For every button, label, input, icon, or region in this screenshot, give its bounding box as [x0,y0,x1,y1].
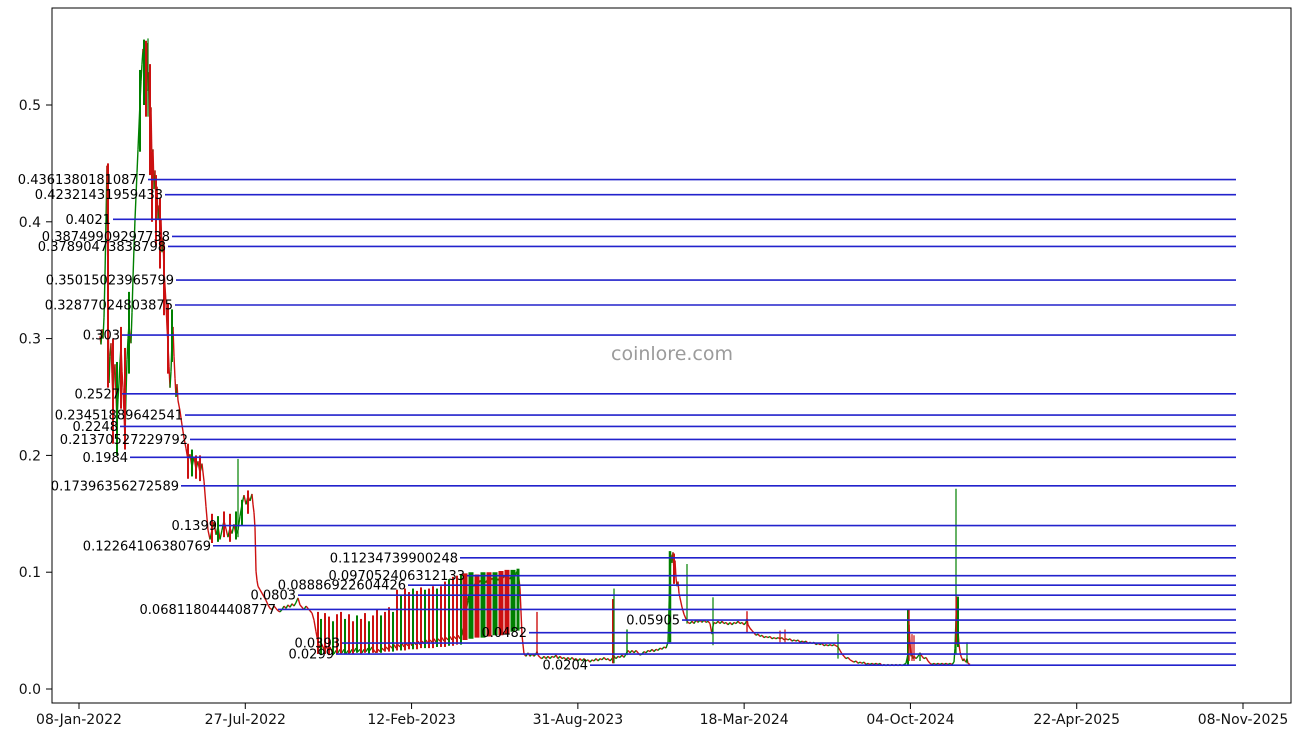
price-segment [110,343,113,374]
x-tick-label: 22-Apr-2025 [1033,712,1120,728]
level-label: 0.2527 [75,387,121,402]
level-label: 0.42321431959433 [35,188,163,203]
price-segment [176,384,179,401]
level-label: 0.0482 [482,626,528,641]
level-label: 0.12264106380769 [83,539,211,554]
level-label: 0.17396356272589 [51,479,179,494]
price-segment [251,493,254,505]
price-segment [169,371,172,388]
level-label: 0.32877024803875 [45,298,173,313]
price-segment [172,326,175,357]
watermark: coinlore.com [611,343,733,365]
price-segment [963,658,966,662]
x-tick-label: 31-Aug-2023 [533,712,624,728]
price-segment [118,361,121,384]
x-tick-label: 18-Mar-2024 [700,712,789,728]
x-tick-label: 12-Feb-2023 [367,712,455,728]
price-segment [125,359,128,395]
price-segment [136,149,139,173]
level-label: 0.1984 [83,451,129,466]
level-label: 0.21370527229792 [60,433,188,448]
level-label: 0.37890473838798 [38,240,166,255]
x-tick-label: 04-Oct-2024 [866,712,954,728]
price-segment [960,656,963,659]
level-label: 0.35015023965799 [46,274,174,289]
price-segment [254,527,257,572]
level-label: 0.0803 [251,589,297,604]
level-label: 0.4021 [66,213,112,228]
x-tick-label: 08-Jan-2022 [36,712,122,728]
price-segment [126,338,129,360]
y-tick-label: 0.4 [19,215,41,231]
y-tick-label: 0.3 [19,332,41,348]
price-segment [130,312,133,344]
level-label: 0.08886922604426 [278,579,406,594]
level-label: 0.068118044408777 [140,603,276,618]
y-tick-label: 0.2 [19,448,41,464]
level-label: 0.05905 [626,614,680,629]
price-segment [252,504,255,513]
y-tick-label: 0.1 [19,565,41,581]
y-tick-label: 0.0 [19,682,41,698]
level-label: 0.43613801810877 [18,173,146,188]
price-segment [677,581,680,594]
price-segment [953,648,956,663]
y-tick-label: 0.5 [19,98,41,114]
price-segment [255,570,258,581]
level-label: 0.0299 [289,648,335,663]
price-segment [140,64,143,82]
price-segment [108,356,111,384]
x-tick-label: 08-Nov-2025 [1198,712,1289,728]
x-tick-label: 27-Jul-2022 [205,712,286,728]
price-segment [121,371,124,388]
level-label: 0.303 [83,329,120,344]
level-label: 0.0204 [543,659,589,674]
price-chart: coinlore.com 08-Jan-2022 27-Jul-2022 12-Fe… [0,0,1301,736]
price-segment [958,644,961,652]
level-label: 0.1399 [172,519,218,534]
level-label: 0.11234739900248 [330,551,458,566]
price-segment [173,356,176,379]
price-segment [256,580,259,587]
price-segment [137,125,140,150]
